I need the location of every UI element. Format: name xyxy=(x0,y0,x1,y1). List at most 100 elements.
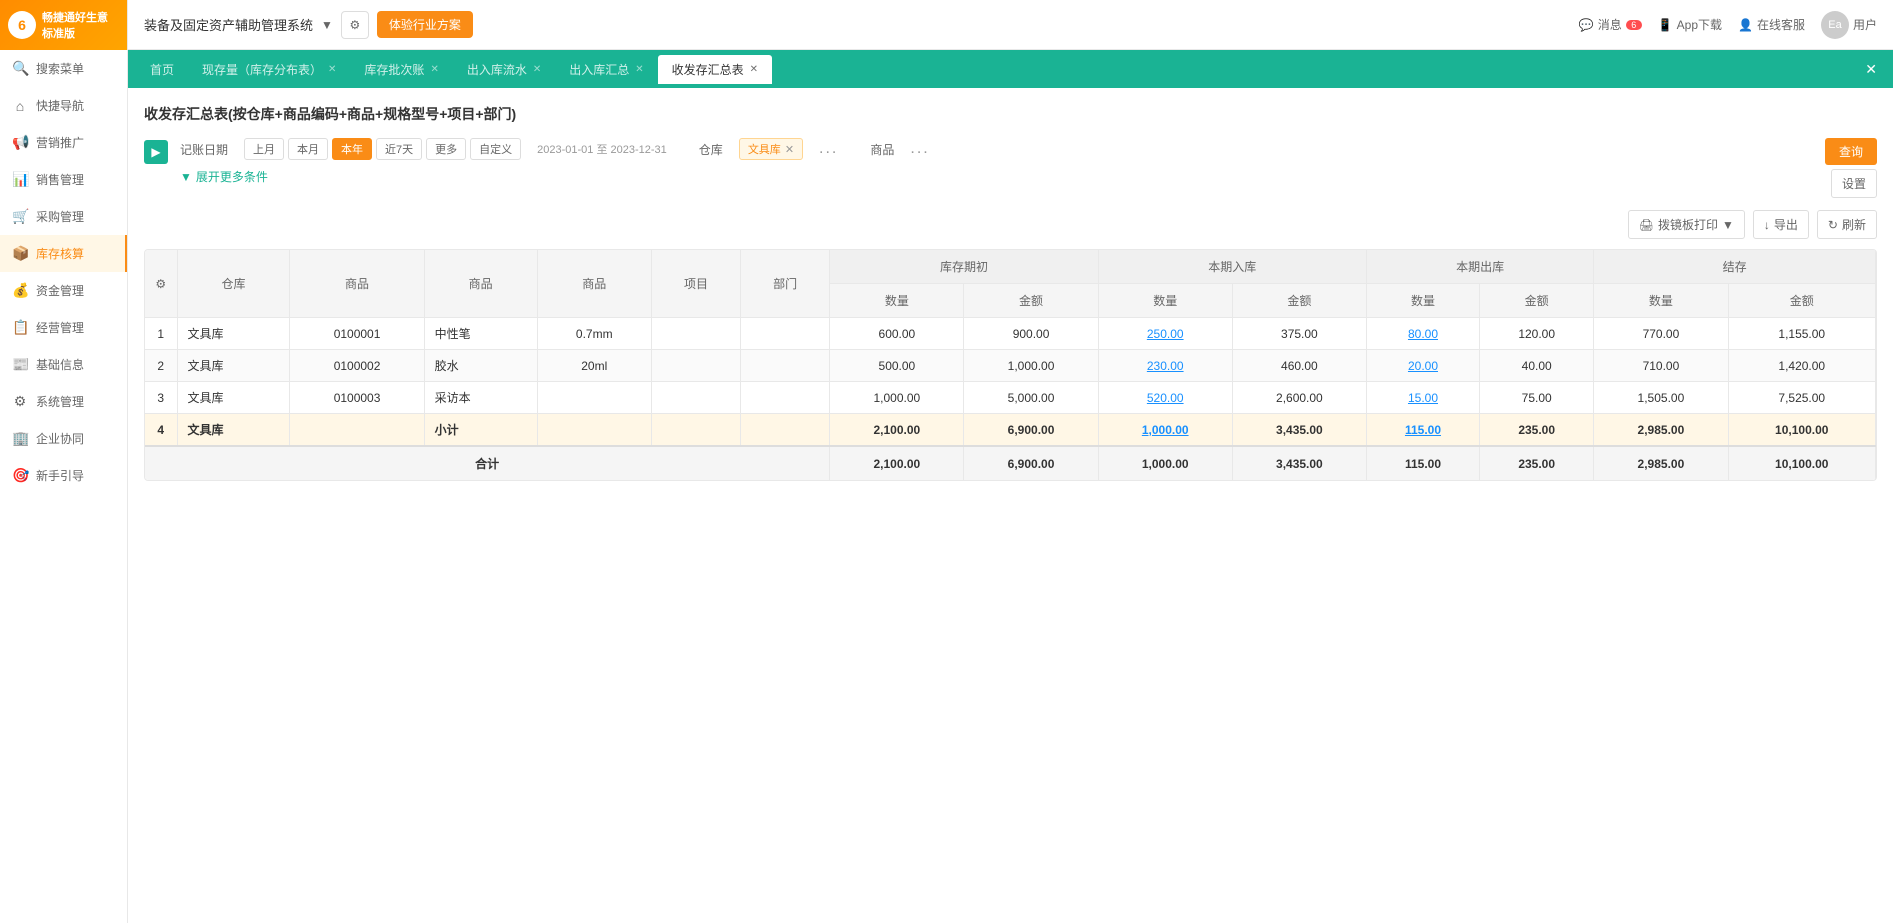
warehouse-filter-dots[interactable]: ... xyxy=(819,140,838,158)
sidebar-item-purchase[interactable]: 🛒 采购管理 xyxy=(0,198,127,235)
message-action[interactable]: 💬 消息 6 xyxy=(1579,16,1642,33)
th-opening-qty: 数量 xyxy=(830,284,964,318)
user-action[interactable]: Ea 用户 xyxy=(1821,11,1877,39)
date-btn-custom[interactable]: 自定义 xyxy=(470,138,521,160)
table-row: 3文具库0100003采访本1,000.005,000.00520.002,60… xyxy=(145,382,1876,414)
message-badge: 6 xyxy=(1626,20,1642,30)
tab-inout-flow[interactable]: 出入库流水 ✕ xyxy=(453,55,555,84)
table-cell: 7,525.00 xyxy=(1728,382,1876,414)
date-btn-last-month[interactable]: 上月 xyxy=(244,138,284,160)
refresh-button[interactable]: ↻ 刷新 xyxy=(1817,210,1877,239)
table-cell xyxy=(290,414,424,447)
guide-icon: 🎯 xyxy=(12,467,28,484)
sidebar-item-search[interactable]: 🔍 搜索菜单 xyxy=(0,50,127,87)
sidebar-item-guide[interactable]: 🎯 新手引导 xyxy=(0,457,127,494)
sidebar-item-system[interactable]: ⚙ 系统管理 xyxy=(0,383,127,420)
table-cell[interactable]: 1,000.00 xyxy=(1098,414,1232,447)
tab-batch[interactable]: 库存批次账 ✕ xyxy=(350,55,452,84)
date-btn-this-month[interactable]: 本月 xyxy=(288,138,328,160)
table-cell[interactable]: 20.00 xyxy=(1366,350,1479,382)
sidebar-item-operations[interactable]: 📋 经营管理 xyxy=(0,309,127,346)
basic-info-icon: 📰 xyxy=(12,356,28,373)
data-table: ⚙ 仓库 商品 商品 商品 项目 部门 库存期初 本期入库 本期出库 结存 xyxy=(144,249,1877,481)
tab-home[interactable]: 首页 xyxy=(136,55,188,84)
online-service-action[interactable]: 👤 在线客服 xyxy=(1738,16,1805,33)
marketing-icon: 📢 xyxy=(12,134,28,151)
table-cell[interactable]: 230.00 xyxy=(1098,350,1232,382)
app-download-action[interactable]: 📱 App下载 xyxy=(1658,16,1722,33)
sidebar-item-basic-info[interactable]: 📰 基础信息 xyxy=(0,346,127,383)
sidebar-item-enterprise[interactable]: 🏢 企业协同 xyxy=(0,420,127,457)
trial-button[interactable]: 体验行业方案 xyxy=(377,11,473,38)
print-dropdown-icon: ▼ xyxy=(1722,218,1734,232)
tab-inventory-dist-close[interactable]: ✕ xyxy=(328,64,336,75)
tab-inout-flow-label: 出入库流水 xyxy=(467,61,527,78)
table-cell xyxy=(741,382,830,414)
table-cell: 75.00 xyxy=(1480,382,1594,414)
table-cell: 710.00 xyxy=(1594,350,1728,382)
th-department: 部门 xyxy=(741,250,830,318)
table-cell[interactable]: 250.00 xyxy=(1098,318,1232,350)
footer-balance-amt: 10,100.00 xyxy=(1728,446,1876,480)
table-settings-button[interactable]: 设置 xyxy=(1831,169,1877,198)
query-button[interactable]: 查询 xyxy=(1825,138,1877,165)
tab-receive-summary[interactable]: 收发存汇总表 ✕ xyxy=(658,55,772,84)
footer-in-amt: 3,435.00 xyxy=(1232,446,1366,480)
tab-inout-summary[interactable]: 出入库汇总 ✕ xyxy=(555,55,657,84)
table-cell xyxy=(741,350,830,382)
system-dropdown[interactable]: ▼ xyxy=(321,18,333,32)
print-icon: 🖨 xyxy=(1639,218,1654,232)
product-filter-dots[interactable]: ... xyxy=(910,140,929,158)
purchase-icon: 🛒 xyxy=(12,208,28,225)
sidebar-item-sales[interactable]: 📊 销售管理 xyxy=(0,161,127,198)
date-btn-this-year[interactable]: 本年 xyxy=(332,138,372,160)
tab-batch-close[interactable]: ✕ xyxy=(430,64,438,75)
table-cell[interactable]: 115.00 xyxy=(1366,414,1479,447)
query-settings-area: 查询 设置 xyxy=(1825,138,1877,198)
close-all-tabs[interactable]: ✕ xyxy=(1857,57,1885,82)
table-cell[interactable]: 520.00 xyxy=(1098,382,1232,414)
tab-inout-flow-close[interactable]: ✕ xyxy=(533,64,541,75)
table-cell: 1,155.00 xyxy=(1728,318,1876,350)
date-btn-more[interactable]: 更多 xyxy=(426,138,466,160)
sidebar-item-inventory[interactable]: 📦 库存核算 xyxy=(0,235,127,272)
table-cell[interactable]: 80.00 xyxy=(1366,318,1479,350)
th-in-group: 本期入库 xyxy=(1098,250,1366,284)
date-filter-buttons: 上月 本月 本年 近7天 更多 自定义 xyxy=(244,138,521,160)
sidebar-item-label: 企业协同 xyxy=(36,430,84,447)
warehouse-tag-close[interactable]: ✕ xyxy=(785,143,794,156)
content-area: 收发存汇总表(按仓库+商品编码+商品+规格型号+项目+部门) ▶ 记账日期 上月… xyxy=(128,88,1893,923)
footer-out-amt: 235.00 xyxy=(1480,446,1594,480)
message-icon: 💬 xyxy=(1579,18,1594,32)
tab-bar: 首页 现存量（库存分布表） ✕ 库存批次账 ✕ 出入库流水 ✕ 出入库汇总 ✕ … xyxy=(128,50,1893,88)
tab-inventory-dist[interactable]: 现存量（库存分布表） ✕ xyxy=(188,55,350,84)
th-warehouse: 仓库 xyxy=(177,250,290,318)
summary-table: ⚙ 仓库 商品 商品 商品 项目 部门 库存期初 本期入库 本期出库 结存 xyxy=(145,250,1876,480)
tab-inout-summary-close[interactable]: ✕ xyxy=(635,64,643,75)
operations-icon: 📋 xyxy=(12,319,28,336)
tab-inventory-dist-label: 现存量（库存分布表） xyxy=(202,61,322,78)
sidebar-item-label: 新手引导 xyxy=(36,467,84,484)
filter-collapse-button[interactable]: ▶ xyxy=(144,140,168,164)
date-btn-7days[interactable]: 近7天 xyxy=(376,138,422,160)
home-icon: ⌂ xyxy=(12,98,28,114)
filter-area: 记账日期 上月 本月 本年 近7天 更多 自定义 2023-01-01 至 20… xyxy=(180,138,1813,185)
avatar: Ea xyxy=(1821,11,1849,39)
user-label: 用户 xyxy=(1853,16,1877,33)
table-cell: 2,600.00 xyxy=(1232,382,1366,414)
sidebar-item-marketing[interactable]: 📢 营销推广 xyxy=(0,124,127,161)
expand-conditions-button[interactable]: ▼ 展开更多条件 xyxy=(180,168,1813,185)
sidebar-item-quick-nav[interactable]: ⌂ 快捷导航 xyxy=(0,87,127,124)
sidebar-item-finance[interactable]: 💰 资金管理 xyxy=(0,272,127,309)
finance-icon: 💰 xyxy=(12,282,28,299)
tab-receive-summary-close[interactable]: ✕ xyxy=(750,64,758,75)
table-cell[interactable]: 15.00 xyxy=(1366,382,1479,414)
settings-button[interactable]: ⚙ xyxy=(341,11,369,39)
header-right: 💬 消息 6 📱 App下载 👤 在线客服 Ea 用户 xyxy=(1579,11,1877,39)
table-cell xyxy=(651,318,740,350)
tab-inout-summary-label: 出入库汇总 xyxy=(569,61,629,78)
export-button[interactable]: ↓ 导出 xyxy=(1753,210,1809,239)
expand-label: 展开更多条件 xyxy=(196,168,268,185)
print-button[interactable]: 🖨 拨镜板打印 ▼ xyxy=(1628,210,1745,239)
th-in-amt: 金额 xyxy=(1232,284,1366,318)
